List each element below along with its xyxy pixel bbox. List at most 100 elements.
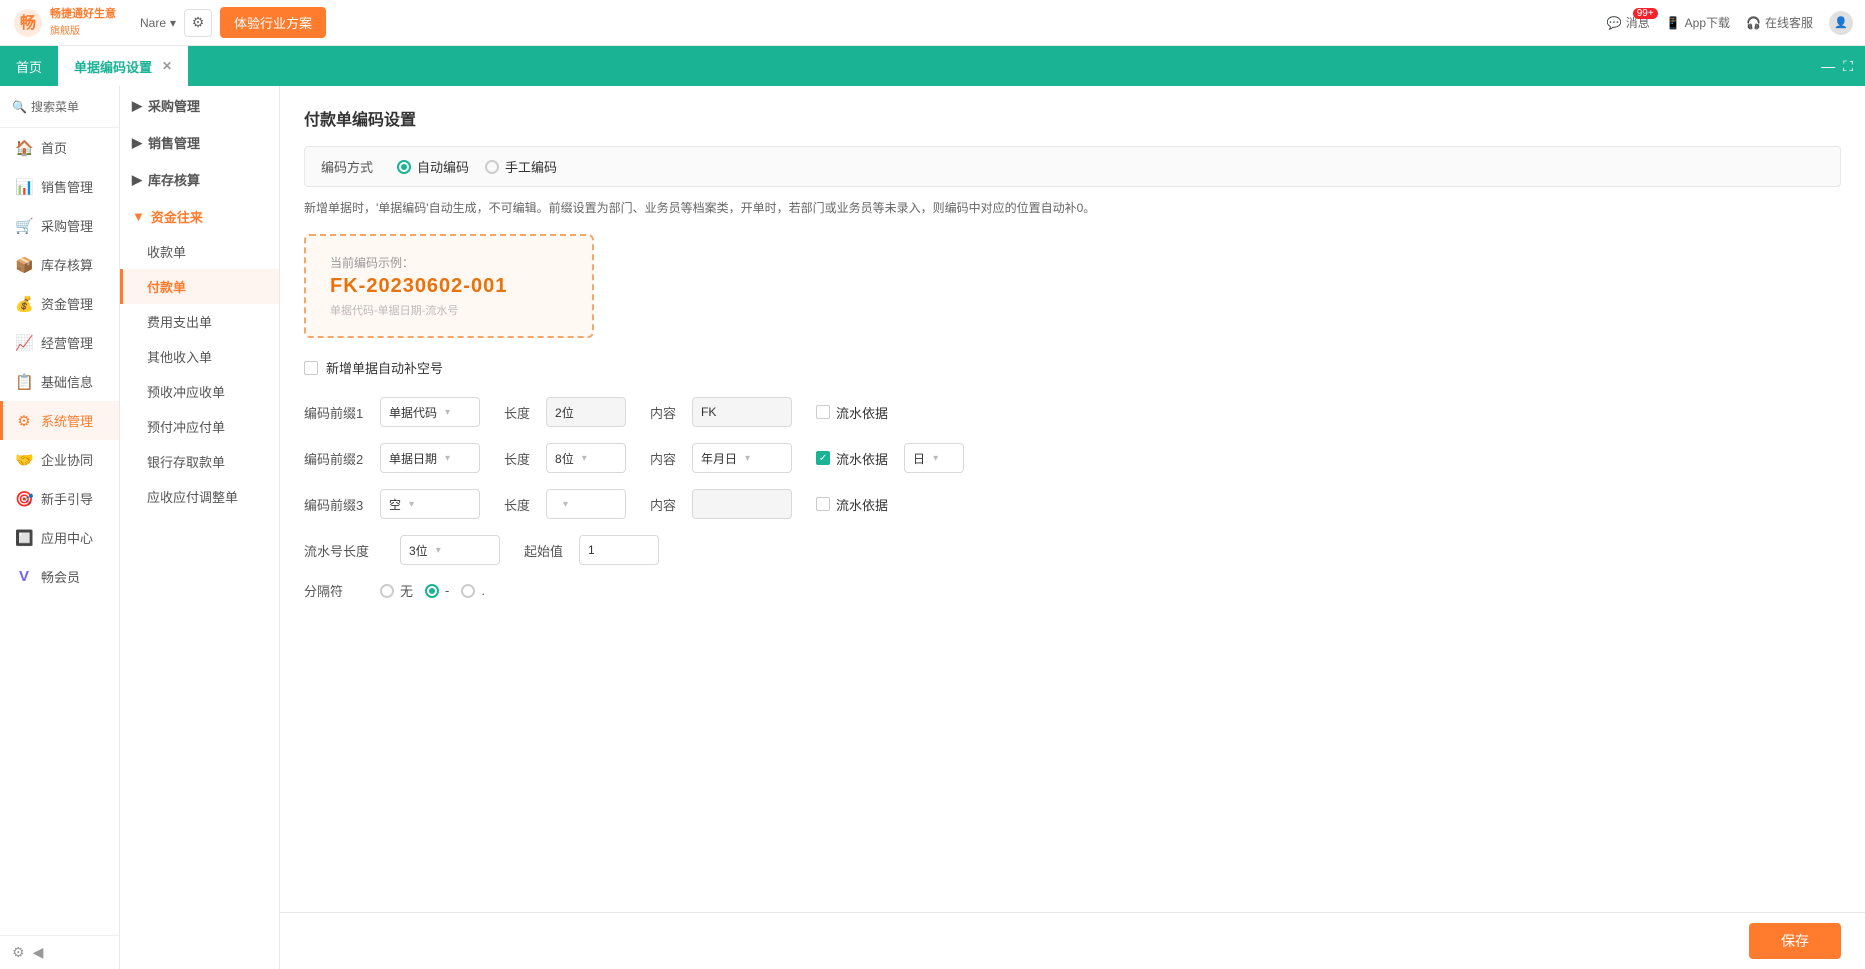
preview-label: 当前编码示例： <box>330 254 568 271</box>
sep-none-radio[interactable] <box>380 584 394 598</box>
app-icon: 📱 <box>1666 16 1681 30</box>
sub-group-capital-title[interactable]: ▼ 资金往来 <box>120 197 279 234</box>
app-center-icon: 🔲 <box>15 529 33 547</box>
prefix1-serial-label: 流水依据 <box>836 403 888 422</box>
save-button[interactable]: 保存 <box>1749 923 1841 959</box>
sub-item-prepay-offset[interactable]: 预收冲应收单 <box>120 374 279 409</box>
tab-close-icon[interactable]: ✕ <box>162 59 172 73</box>
prefix1-serial-checkbox[interactable] <box>816 405 830 419</box>
window-maximize-icon[interactable]: ⛶ <box>1843 58 1853 75</box>
messages-button[interactable]: 💬 消息 99+ <box>1607 14 1650 31</box>
prefix3-serial-checkbox-group: 流水依据 <box>816 495 888 514</box>
auto-code-radio[interactable] <box>397 160 411 174</box>
auto-code-option[interactable]: 自动编码 <box>397 157 469 176</box>
sidebar-item-member[interactable]: V 畅会员 <box>0 557 119 596</box>
sub-item-bank[interactable]: 银行存取款单 <box>120 444 279 479</box>
sub-item-ar-ap-adjust[interactable]: 应收应付调整单 <box>120 479 279 514</box>
header-middle: Nare ▾ ⚙ 体验行业方案 <box>140 7 1599 38</box>
sep-dot-option[interactable]: . <box>461 583 485 598</box>
user-avatar[interactable]: 👤 <box>1829 11 1853 35</box>
svg-text:畅: 畅 <box>20 13 36 32</box>
system-icon: ⚙ <box>15 412 33 430</box>
home-icon: 🏠 <box>15 139 33 157</box>
sidebar-collapse-button[interactable]: ◀ <box>33 944 44 961</box>
sub-item-receipt[interactable]: 收款单 <box>120 234 279 269</box>
prefix3-serial-checkbox[interactable] <box>816 497 830 511</box>
sidebar-item-enterprise[interactable]: 🤝 企业协同 <box>0 440 119 479</box>
sidebar-item-purchase[interactable]: 🛒 采购管理 <box>0 206 119 245</box>
settings-gear-button[interactable]: ⚙ <box>184 9 212 37</box>
manual-code-radio[interactable] <box>485 160 499 174</box>
serial-length-select[interactable]: 3位 ▾ <box>400 535 500 565</box>
prefix1-label: 编码前缀1 <box>304 403 364 422</box>
sidebar-member-label: 畅会员 <box>41 567 80 586</box>
manual-code-label: 手工编码 <box>505 157 557 176</box>
prefix2-content-select[interactable]: 年月日 ▾ <box>692 443 792 473</box>
prefix2-period-select[interactable]: 日 ▾ <box>904 443 964 473</box>
prefix1-row: 编码前缀1 单据代码 ▾ 长度 2位 内容 FK 流水依据 <box>304 397 1841 427</box>
sidebar-sales-label: 销售管理 <box>41 177 93 196</box>
tab-bar: 首页 单据编码设置 ✕ — ⛶ <box>0 46 1865 86</box>
chevron-right-icon-inventory: ▶ <box>132 172 142 188</box>
sidebar-item-operations[interactable]: 📈 经营管理 <box>0 323 119 362</box>
prefix2-length-select[interactable]: 8位 ▾ <box>546 443 626 473</box>
prefix2-arrow-icon: ▾ <box>445 453 450 464</box>
operations-icon: 📈 <box>15 334 33 352</box>
sub-group-inventory-title[interactable]: ▶ 库存核算 <box>120 160 279 197</box>
sep-none-label: 无 <box>400 581 413 600</box>
sidebar-inventory-label: 库存核算 <box>41 255 93 274</box>
chevron-right-icon: ▶ <box>132 98 142 114</box>
sidebar-item-finance[interactable]: 💰 资金管理 <box>0 284 119 323</box>
sidebar-settings-button[interactable]: ⚙ <box>12 944 25 961</box>
main-layout: 🔍 搜索菜单 🏠 首页 📊 销售管理 🛒 采购管理 📦 库存核算 💰 <box>0 86 1865 969</box>
tab-encode-label: 单据编码设置 <box>74 57 152 76</box>
online-service-button[interactable]: 🎧 在线客服 <box>1746 14 1813 31</box>
sidebar-basic-info-label: 基础信息 <box>41 372 93 391</box>
sep-none-option[interactable]: 无 <box>380 581 413 600</box>
sidebar-item-inventory[interactable]: 📦 库存核算 <box>0 245 119 284</box>
sidebar-item-app-center[interactable]: 🔲 应用中心 <box>0 518 119 557</box>
sub-group-purchase-title[interactable]: ▶ 采购管理 <box>120 86 279 123</box>
finance-icon: 💰 <box>15 295 33 313</box>
sub-item-other-income[interactable]: 其他收入单 <box>120 339 279 374</box>
tab-home-label: 首页 <box>16 57 42 76</box>
sidebar-guide-label: 新手引导 <box>41 489 93 508</box>
prefix1-content-label: 内容 <box>650 403 676 422</box>
prefix2-select[interactable]: 单据日期 ▾ <box>380 443 480 473</box>
prefix3-select[interactable]: 空 ▾ <box>380 489 480 519</box>
company-dropdown[interactable]: Nare ▾ <box>140 16 176 30</box>
sidebar-item-basic-info[interactable]: 📋 基础信息 <box>0 362 119 401</box>
sub-group-sales-title[interactable]: ▶ 销售管理 <box>120 123 279 160</box>
coding-radio-group: 自动编码 手工编码 <box>397 157 557 176</box>
sub-item-payment[interactable]: 付款单 <box>120 269 279 304</box>
prefix1-select[interactable]: 单据代码 ▾ <box>380 397 480 427</box>
sub-item-expense[interactable]: 费用支出单 <box>120 304 279 339</box>
tab-home[interactable]: 首页 <box>0 46 58 86</box>
prefix2-serial-label: 流水依据 <box>836 449 888 468</box>
prefix3-content-input <box>692 489 792 519</box>
prefix3-serial-label: 流水依据 <box>836 495 888 514</box>
manual-code-option[interactable]: 手工编码 <box>485 157 557 176</box>
prefix2-serial-checkbox[interactable]: ✓ <box>816 451 830 465</box>
prefix3-length-select[interactable]: ▾ <box>546 489 626 519</box>
sidebar-finance-label: 资金管理 <box>41 294 93 313</box>
window-minimize-icon[interactable]: — <box>1821 58 1835 74</box>
search-menu-button[interactable]: 🔍 搜索菜单 <box>8 94 111 119</box>
prefix2-length-label: 长度 <box>504 449 530 468</box>
start-value-input[interactable] <box>579 535 659 565</box>
auto-fill-checkbox[interactable] <box>304 361 318 375</box>
sub-item-prepay-offset2[interactable]: 预付冲应付单 <box>120 409 279 444</box>
sidebar-item-sales[interactable]: 📊 销售管理 <box>0 167 119 206</box>
trial-button[interactable]: 体验行业方案 <box>220 7 326 38</box>
sep-dash-radio[interactable] <box>425 584 439 598</box>
sep-dash-option[interactable]: - <box>425 583 449 598</box>
sidebar-item-home[interactable]: 🏠 首页 <box>0 128 119 167</box>
tab-encode-settings[interactable]: 单据编码设置 ✕ <box>58 46 188 86</box>
sidebar-item-guide[interactable]: 🎯 新手引导 <box>0 479 119 518</box>
prefix3-row: 编码前缀3 空 ▾ 长度 ▾ 内容 流水依据 <box>304 489 1841 519</box>
sep-dot-radio[interactable] <box>461 584 475 598</box>
basic-info-icon: 📋 <box>15 373 33 391</box>
sidebar-item-system[interactable]: ⚙ 系统管理 <box>0 401 119 440</box>
prefix2-length-arrow-icon: ▾ <box>582 453 587 464</box>
app-download-button[interactable]: 📱 App下载 <box>1666 14 1730 31</box>
